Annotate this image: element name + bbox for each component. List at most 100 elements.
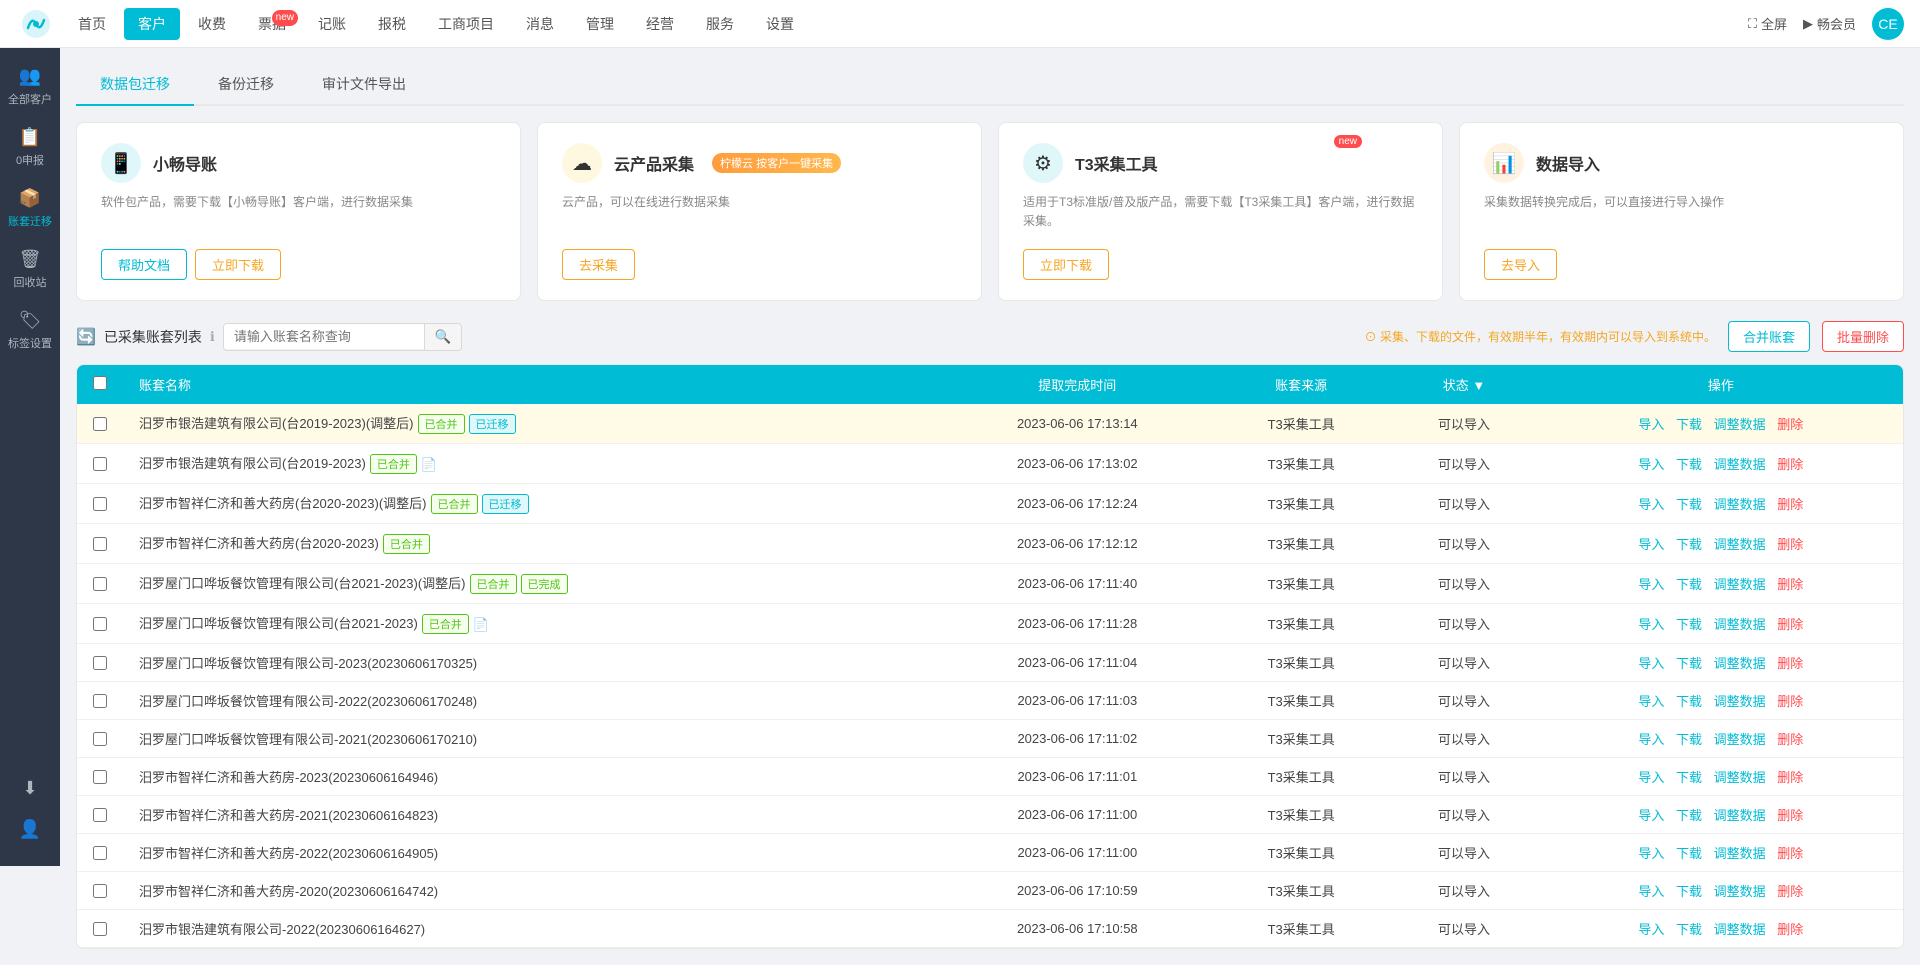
member-btn[interactable]: ▶ 畅会员 [1803,14,1856,33]
delete-link[interactable]: 删除 [1777,922,1803,937]
import-link[interactable]: 导入 [1638,922,1664,937]
user-avatar[interactable]: CE [1872,8,1904,40]
adjust-link[interactable]: 调整数据 [1714,846,1766,861]
import-link[interactable]: 导入 [1638,417,1664,432]
nav-item-经营[interactable]: 经营 [632,8,688,40]
sidebar-item-全部客户[interactable]: 👥全部客户 [0,56,60,117]
merge-button[interactable]: 合并账套 [1728,321,1810,352]
row-checkbox[interactable] [93,770,107,784]
delete-link[interactable]: 删除 [1777,694,1803,709]
nav-item-报税[interactable]: 报税 [364,8,420,40]
card-action-btn[interactable]: 帮助文档 [101,249,187,280]
import-link[interactable]: 导入 [1638,694,1664,709]
row-checkbox[interactable] [93,884,107,898]
delete-link[interactable]: 删除 [1777,497,1803,512]
adjust-link[interactable]: 调整数据 [1714,577,1766,592]
delete-link[interactable]: 删除 [1777,846,1803,861]
col-header-checkbox[interactable] [77,365,123,404]
import-link[interactable]: 导入 [1638,846,1664,861]
nav-item-消息[interactable]: 消息 [512,8,568,40]
import-link[interactable]: 导入 [1638,617,1664,632]
import-link[interactable]: 导入 [1638,732,1664,747]
delete-link[interactable]: 删除 [1777,808,1803,823]
adjust-link[interactable]: 调整数据 [1714,770,1766,785]
card-action-btn[interactable]: 立即下载 [195,249,281,280]
delete-link[interactable]: 删除 [1777,617,1803,632]
download-link[interactable]: 下载 [1676,577,1702,592]
download-link[interactable]: 下载 [1676,457,1702,472]
fullscreen-btn[interactable]: ⛶ 全屏 [1748,14,1787,33]
import-link[interactable]: 导入 [1638,537,1664,552]
delete-link[interactable]: 删除 [1777,417,1803,432]
adjust-link[interactable]: 调整数据 [1714,417,1766,432]
adjust-link[interactable]: 调整数据 [1714,732,1766,747]
download-link[interactable]: 下载 [1676,884,1702,899]
logo[interactable] [16,4,56,44]
row-checkbox[interactable] [93,577,107,591]
adjust-link[interactable]: 调整数据 [1714,457,1766,472]
import-link[interactable]: 导入 [1638,656,1664,671]
adjust-link[interactable]: 调整数据 [1714,808,1766,823]
card-action-btn[interactable]: 去采集 [562,249,635,280]
row-checkbox[interactable] [93,846,107,860]
delete-link[interactable]: 删除 [1777,884,1803,899]
download-link[interactable]: 下载 [1676,537,1702,552]
batch-delete-button[interactable]: 批量删除 [1822,321,1904,352]
sidebar-bottom-item[interactable]: ⬇ [13,768,47,809]
download-link[interactable]: 下载 [1676,922,1702,937]
row-checkbox[interactable] [93,457,107,471]
delete-link[interactable]: 删除 [1777,732,1803,747]
row-checkbox[interactable] [93,417,107,431]
adjust-link[interactable]: 调整数据 [1714,497,1766,512]
sidebar-item-0申报[interactable]: 📋0申报 [0,117,60,178]
search-button[interactable]: 🔍 [424,324,462,350]
adjust-link[interactable]: 调整数据 [1714,922,1766,937]
download-link[interactable]: 下载 [1676,694,1702,709]
adjust-link[interactable]: 调整数据 [1714,694,1766,709]
sidebar-bottom-item[interactable]: 👤 [13,809,47,850]
adjust-link[interactable]: 调整数据 [1714,884,1766,899]
nav-item-收费[interactable]: 收费 [184,8,240,40]
download-link[interactable]: 下载 [1676,846,1702,861]
import-link[interactable]: 导入 [1638,577,1664,592]
row-checkbox[interactable] [93,732,107,746]
adjust-link[interactable]: 调整数据 [1714,656,1766,671]
delete-link[interactable]: 删除 [1777,537,1803,552]
import-link[interactable]: 导入 [1638,808,1664,823]
nav-item-服务[interactable]: 服务 [692,8,748,40]
row-checkbox[interactable] [93,694,107,708]
tab-审计文件导出[interactable]: 审计文件导出 [298,64,430,106]
nav-item-设置[interactable]: 设置 [752,8,808,40]
sidebar-item-账套迁移[interactable]: 📦账套迁移 [0,178,60,239]
row-checkbox[interactable] [93,617,107,631]
download-link[interactable]: 下载 [1676,656,1702,671]
adjust-link[interactable]: 调整数据 [1714,617,1766,632]
import-link[interactable]: 导入 [1638,457,1664,472]
tab-备份迁移[interactable]: 备份迁移 [194,64,298,106]
select-all-checkbox[interactable] [93,376,107,390]
row-checkbox[interactable] [93,497,107,511]
nav-item-管理[interactable]: 管理 [572,8,628,40]
nav-item-票据[interactable]: 票据new [244,8,300,40]
download-link[interactable]: 下载 [1676,770,1702,785]
row-checkbox[interactable] [93,922,107,936]
download-link[interactable]: 下载 [1676,808,1702,823]
nav-item-首页[interactable]: 首页 [64,8,120,40]
tab-数据包迁移[interactable]: 数据包迁移 [76,64,194,106]
delete-link[interactable]: 删除 [1777,457,1803,472]
download-link[interactable]: 下载 [1676,732,1702,747]
nav-item-客户[interactable]: 客户 [124,8,180,40]
delete-link[interactable]: 删除 [1777,770,1803,785]
row-checkbox[interactable] [93,537,107,551]
download-link[interactable]: 下载 [1676,417,1702,432]
import-link[interactable]: 导入 [1638,770,1664,785]
col-header-status[interactable]: 状态 ▼ [1389,365,1538,404]
nav-item-记账[interactable]: 记账 [304,8,360,40]
nav-item-工商项目[interactable]: 工商项目 [424,8,508,40]
row-checkbox[interactable] [93,656,107,670]
card-action-btn[interactable]: 去导入 [1484,249,1557,280]
card-action-btn[interactable]: 立即下载 [1023,249,1109,280]
download-link[interactable]: 下载 [1676,497,1702,512]
search-input[interactable] [224,324,424,349]
row-checkbox[interactable] [93,808,107,822]
